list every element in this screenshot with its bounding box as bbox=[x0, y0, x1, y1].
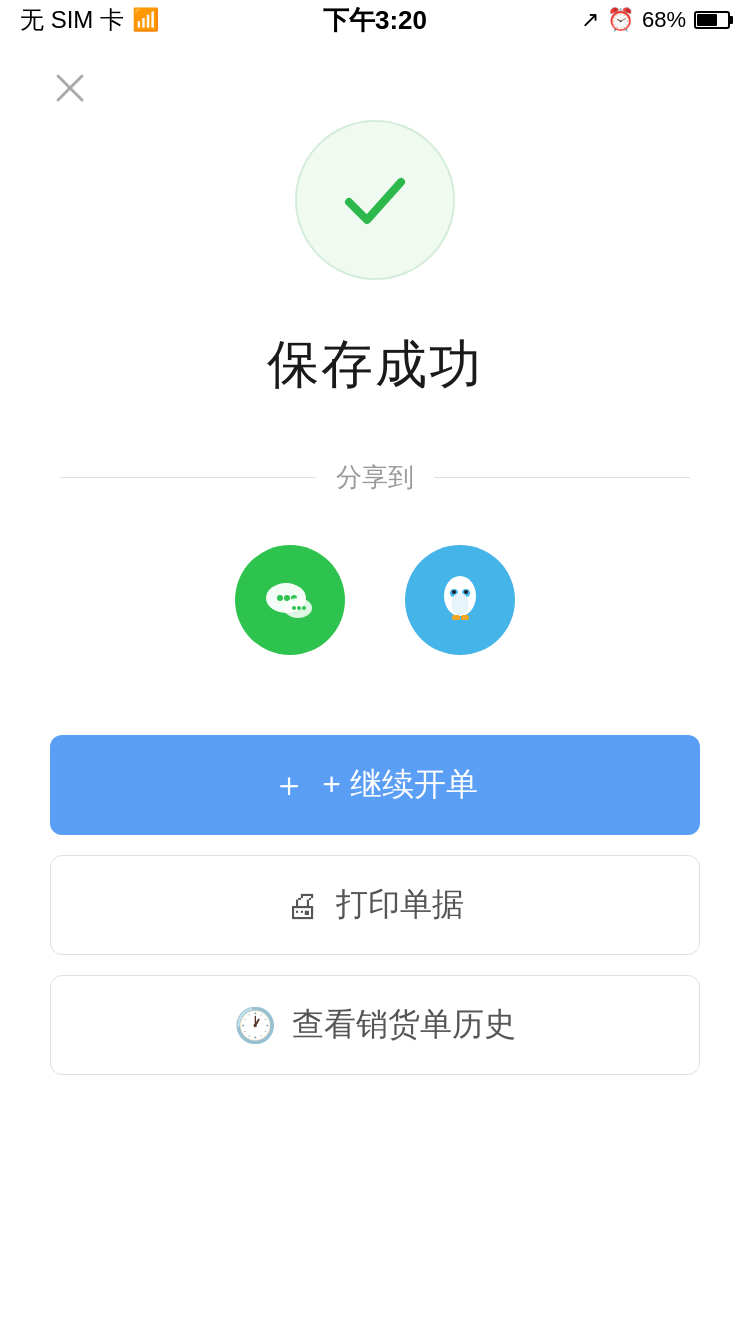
svg-point-14 bbox=[464, 590, 468, 594]
plus-icon: ＋ bbox=[272, 762, 306, 808]
qq-icon bbox=[428, 568, 493, 633]
svg-point-7 bbox=[292, 606, 296, 610]
share-divider: 分享到 bbox=[0, 460, 750, 495]
history-label: 查看销货单历史 bbox=[292, 1003, 516, 1047]
battery-icon bbox=[694, 11, 730, 29]
printer-icon: 🖨 bbox=[286, 886, 320, 925]
svg-point-13 bbox=[452, 590, 456, 594]
status-right: ↗ ⏰ 68% bbox=[581, 7, 730, 33]
share-icons bbox=[235, 545, 515, 655]
divider-right bbox=[434, 477, 690, 478]
history-button[interactable]: 🕐 查看销货单历史 bbox=[50, 975, 700, 1075]
qq-share-button[interactable] bbox=[405, 545, 515, 655]
main-content: 保存成功 分享到 bbox=[0, 40, 750, 1075]
location-icon: ↗ bbox=[581, 7, 599, 33]
share-label: 分享到 bbox=[316, 460, 434, 495]
svg-point-3 bbox=[277, 595, 283, 601]
svg-rect-16 bbox=[452, 615, 460, 620]
action-buttons: ＋ + 继续开单 🖨 打印单据 🕐 查看销货单历史 bbox=[0, 735, 750, 1075]
status-bar: 无 SIM 卡 📶 下午3:20 ↗ ⏰ 68% bbox=[0, 0, 750, 40]
continue-button[interactable]: ＋ + 继续开单 bbox=[50, 735, 700, 835]
sim-status: 无 SIM 卡 bbox=[20, 4, 124, 36]
svg-point-18 bbox=[451, 593, 469, 615]
print-button[interactable]: 🖨 打印单据 bbox=[50, 855, 700, 955]
continue-label: + 继续开单 bbox=[322, 763, 478, 807]
status-time: 下午3:20 bbox=[323, 3, 427, 38]
success-circle bbox=[295, 120, 455, 280]
svg-rect-17 bbox=[461, 615, 469, 620]
close-button[interactable] bbox=[40, 58, 100, 118]
alarm-icon: ⏰ bbox=[607, 7, 634, 33]
wechat-icon bbox=[258, 568, 323, 633]
svg-point-8 bbox=[297, 606, 301, 610]
checkmark-icon bbox=[335, 160, 415, 240]
wifi-icon: 📶 bbox=[132, 7, 159, 33]
close-icon bbox=[52, 70, 88, 106]
clock-icon: 🕐 bbox=[234, 1005, 276, 1045]
battery-percent: 68% bbox=[642, 7, 686, 33]
print-label: 打印单据 bbox=[336, 883, 464, 927]
status-left: 无 SIM 卡 📶 bbox=[20, 4, 159, 36]
success-title: 保存成功 bbox=[267, 330, 483, 400]
svg-point-4 bbox=[284, 595, 290, 601]
svg-point-9 bbox=[302, 606, 306, 610]
wechat-share-button[interactable] bbox=[235, 545, 345, 655]
divider-left bbox=[60, 477, 316, 478]
